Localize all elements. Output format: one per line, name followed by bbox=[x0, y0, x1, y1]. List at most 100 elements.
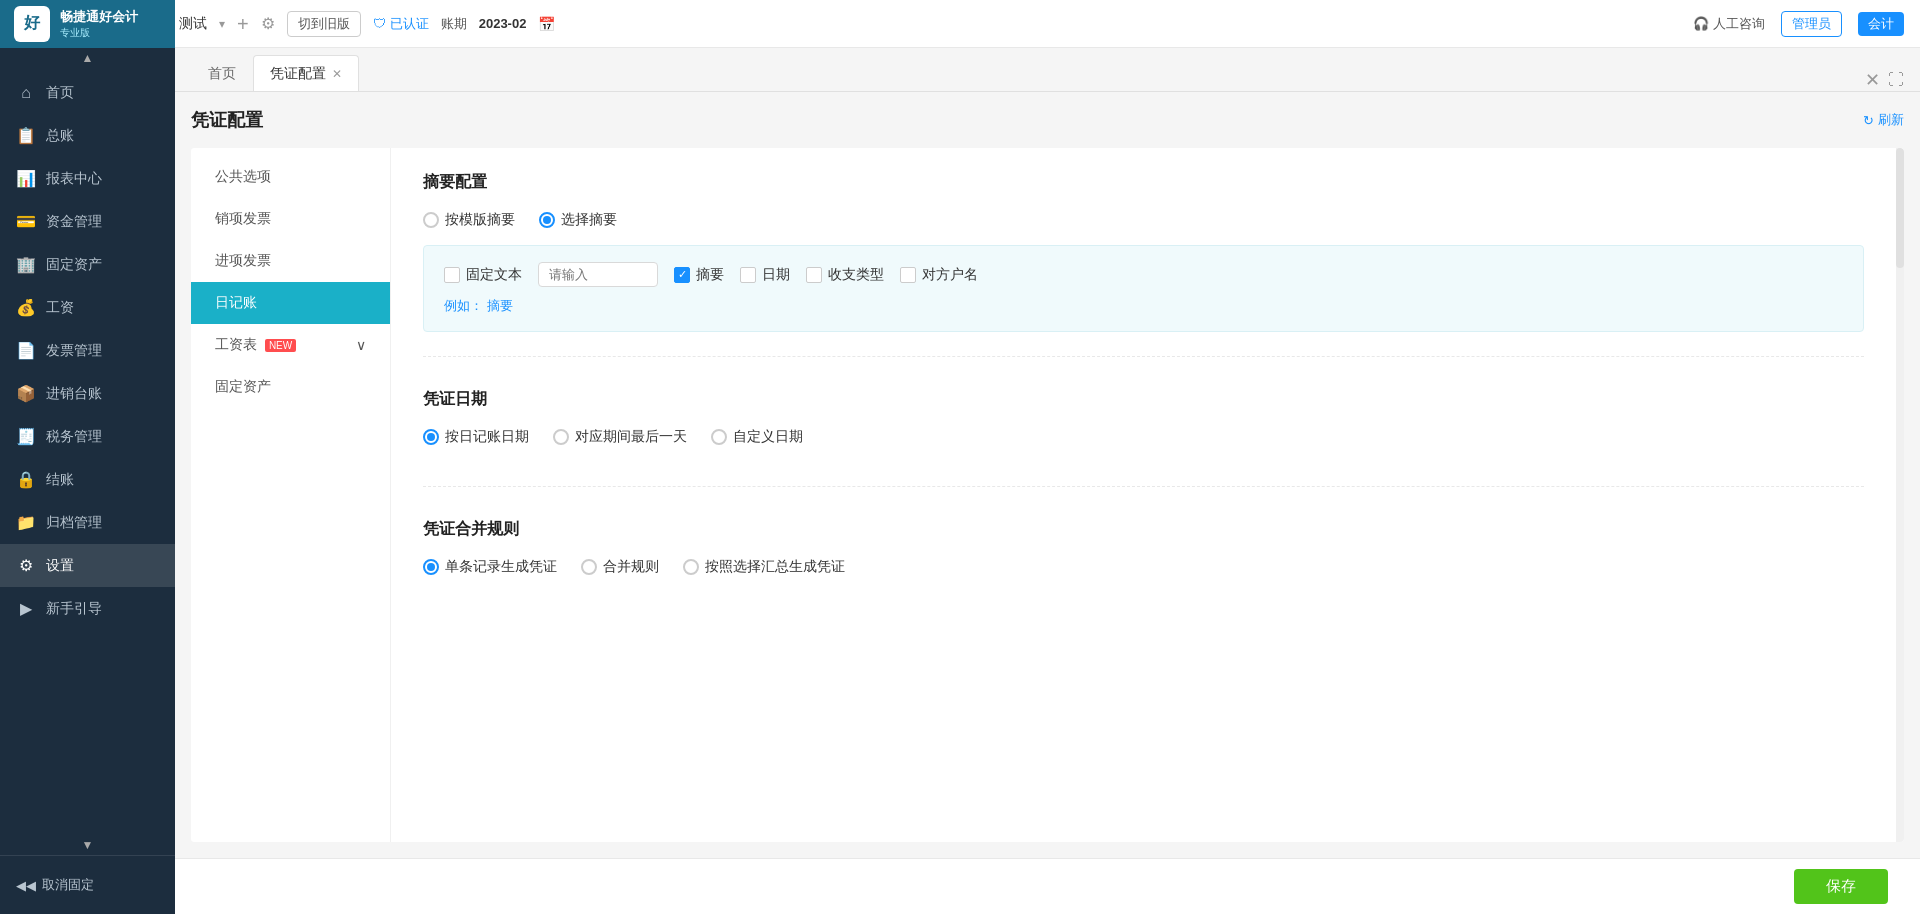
menu-item-public[interactable]: 公共选项 bbox=[191, 156, 390, 198]
settings-icon[interactable]: ⚙ bbox=[261, 14, 275, 33]
sidebar: ▲ ⌂ 首页 📋 总账 📊 报表中心 💳 资金管理 🏢 固定资产 bbox=[0, 48, 175, 914]
switch-old-btn[interactable]: 切到旧版 bbox=[287, 11, 361, 37]
new-badge: NEW bbox=[265, 339, 296, 352]
checkbox-summary[interactable]: ✓ 摘要 bbox=[674, 266, 724, 284]
checkbox-date-box bbox=[740, 267, 756, 283]
top-header: 好 畅捷通好会计 专业版 测试 ▾ + ⚙ 切到旧版 🛡 已认证 账期 2023… bbox=[0, 0, 1920, 48]
consult-btn[interactable]: 🎧 人工咨询 bbox=[1693, 15, 1765, 33]
logo-icon: 好 bbox=[14, 6, 50, 42]
left-menu: 公共选项 销项发票 进项发票 日记账 工资表 NEW bbox=[191, 148, 391, 842]
period-value: 2023-02 bbox=[479, 16, 527, 31]
accountant-btn[interactable]: 会计 bbox=[1858, 12, 1904, 36]
right-scrollbar[interactable] bbox=[1896, 148, 1904, 842]
sidebar-item-label: 资金管理 bbox=[46, 213, 102, 231]
sidebar-item-settings[interactable]: ⚙ 设置 bbox=[0, 544, 175, 587]
sidebar-scroll-down[interactable]: ▼ bbox=[0, 835, 175, 855]
ledger-icon: 📋 bbox=[16, 126, 36, 145]
sidebar-item-payroll[interactable]: 💰 工资 bbox=[0, 286, 175, 329]
checkbox-counterparty-box bbox=[900, 267, 916, 283]
sidebar-item-invoice[interactable]: 📄 发票管理 bbox=[0, 329, 175, 372]
merge-section-title: 凭证合并规则 bbox=[423, 519, 1864, 540]
sidebar-scroll-up[interactable]: ▲ bbox=[0, 48, 175, 68]
sidebar-item-asset[interactable]: 🏢 固定资产 bbox=[0, 243, 175, 286]
tab-expand-btn[interactable]: ⛶ bbox=[1888, 71, 1904, 89]
admin-btn[interactable]: 管理员 bbox=[1781, 11, 1842, 37]
tab-home-label: 首页 bbox=[208, 65, 236, 83]
sidebar-item-label: 进销台账 bbox=[46, 385, 102, 403]
bottom-bar: 保存 bbox=[175, 858, 1920, 914]
logo-badge: 专业版 bbox=[60, 26, 138, 40]
summary-options-box: 固定文本 ✓ 摘要 日期 bbox=[423, 245, 1864, 332]
radio-merge-rule[interactable]: 合并规则 bbox=[581, 558, 659, 576]
sidebar-item-report[interactable]: 📊 报表中心 bbox=[0, 157, 175, 200]
radio-period-last-circle bbox=[553, 429, 569, 445]
checkbox-fixed-text[interactable]: 固定文本 bbox=[444, 266, 522, 284]
radio-journal-date[interactable]: 按日记账日期 bbox=[423, 428, 529, 446]
invoice-icon: 📄 bbox=[16, 341, 36, 360]
sidebar-item-label: 结账 bbox=[46, 471, 74, 489]
merge-radio-group: 单条记录生成凭证 合并规则 按照选择汇总生成凭证 bbox=[423, 558, 1864, 576]
dropdown-icon[interactable]: ▾ bbox=[219, 17, 225, 31]
settings-sidebar-icon: ⚙ bbox=[16, 556, 36, 575]
logo-area: 好 畅捷通好会计 专业版 bbox=[0, 0, 175, 48]
sidebar-item-label: 设置 bbox=[46, 557, 74, 575]
report-icon: 📊 bbox=[16, 169, 36, 188]
radio-single-circle bbox=[423, 559, 439, 575]
shield-icon: 🛡 bbox=[373, 16, 386, 31]
radio-custom-date[interactable]: 自定义日期 bbox=[711, 428, 803, 446]
sales-icon: 📦 bbox=[16, 384, 36, 403]
refresh-btn[interactable]: ↻ 刷新 bbox=[1863, 111, 1904, 129]
guide-icon: ▶ bbox=[16, 599, 36, 618]
sidebar-item-archive[interactable]: 📁 归档管理 bbox=[0, 501, 175, 544]
sidebar-item-label: 工资 bbox=[46, 299, 74, 317]
save-btn[interactable]: 保存 bbox=[1794, 869, 1888, 904]
sidebar-item-home[interactable]: ⌂ 首页 bbox=[0, 72, 175, 114]
sidebar-item-guide[interactable]: ▶ 新手引导 bbox=[0, 587, 175, 630]
checkbox-pay-type[interactable]: 收支类型 bbox=[806, 266, 884, 284]
radio-select-merge[interactable]: 按照选择汇总生成凭证 bbox=[683, 558, 845, 576]
sidebar-item-capital[interactable]: 💳 资金管理 bbox=[0, 200, 175, 243]
menu-item-sales-invoice[interactable]: 销项发票 bbox=[191, 198, 390, 240]
sidebar-item-close[interactable]: 🔒 结账 bbox=[0, 458, 175, 501]
add-icon[interactable]: + bbox=[237, 14, 249, 34]
cancel-fixed-btn[interactable]: ◀◀ 取消固定 bbox=[0, 866, 175, 904]
capital-icon: 💳 bbox=[16, 212, 36, 231]
radio-period-last[interactable]: 对应期间最后一天 bbox=[553, 428, 687, 446]
menu-item-payroll-table[interactable]: 工资表 NEW ∨ bbox=[191, 324, 390, 366]
checkbox-counterparty[interactable]: 对方户名 bbox=[900, 266, 978, 284]
tab-voucher-label: 凭证配置 bbox=[270, 65, 326, 83]
sidebar-item-sales[interactable]: 📦 进销台账 bbox=[0, 372, 175, 415]
radio-template-summary[interactable]: 按模版摘要 bbox=[423, 211, 515, 229]
sidebar-item-label: 首页 bbox=[46, 84, 74, 102]
tab-home[interactable]: 首页 bbox=[191, 55, 253, 91]
home-icon: ⌂ bbox=[16, 84, 36, 102]
merge-section: 凭证合并规则 单条记录生成凭证 合并规则 bbox=[423, 519, 1864, 616]
radio-single[interactable]: 单条记录生成凭证 bbox=[423, 558, 557, 576]
pin-icon: ◀◀ bbox=[16, 878, 36, 893]
logo-name: 畅捷通好会计 bbox=[60, 8, 138, 26]
calendar-icon[interactable]: 📅 bbox=[538, 16, 555, 32]
date-radio-group: 按日记账日期 对应期间最后一天 自定义日期 bbox=[423, 428, 1864, 446]
summary-radio-group: 按模版摘要 选择摘要 bbox=[423, 211, 1864, 229]
menu-item-purchase-invoice[interactable]: 进项发票 bbox=[191, 240, 390, 282]
close-accounts-icon: 🔒 bbox=[16, 470, 36, 489]
sidebar-item-tax[interactable]: 🧾 税务管理 bbox=[0, 415, 175, 458]
tab-voucher-config[interactable]: 凭证配置 ✕ bbox=[253, 55, 359, 91]
payroll-icon: 💰 bbox=[16, 298, 36, 317]
content-area: 首页 凭证配置 ✕ ✕ ⛶ 凭证配置 ↻ 刷新 bbox=[175, 48, 1920, 914]
menu-item-journal[interactable]: 日记账 bbox=[191, 282, 390, 324]
checkbox-date[interactable]: 日期 bbox=[740, 266, 790, 284]
scrollbar-track bbox=[1896, 148, 1904, 268]
tab-close-icon[interactable]: ✕ bbox=[332, 67, 342, 81]
tax-icon: 🧾 bbox=[16, 427, 36, 446]
tab-close-btn[interactable]: ✕ bbox=[1865, 69, 1880, 91]
fixed-text-input[interactable] bbox=[538, 262, 658, 287]
sidebar-item-label: 报表中心 bbox=[46, 170, 102, 188]
radio-select-summary[interactable]: 选择摘要 bbox=[539, 211, 617, 229]
sidebar-item-ledger[interactable]: 📋 总账 bbox=[0, 114, 175, 157]
verified-status: 🛡 已认证 bbox=[373, 15, 429, 33]
radio-custom-date-circle bbox=[711, 429, 727, 445]
sidebar-item-label: 发票管理 bbox=[46, 342, 102, 360]
page-header: 凭证配置 ↻ 刷新 bbox=[191, 108, 1904, 132]
menu-item-fixed-assets[interactable]: 固定资产 bbox=[191, 366, 390, 408]
